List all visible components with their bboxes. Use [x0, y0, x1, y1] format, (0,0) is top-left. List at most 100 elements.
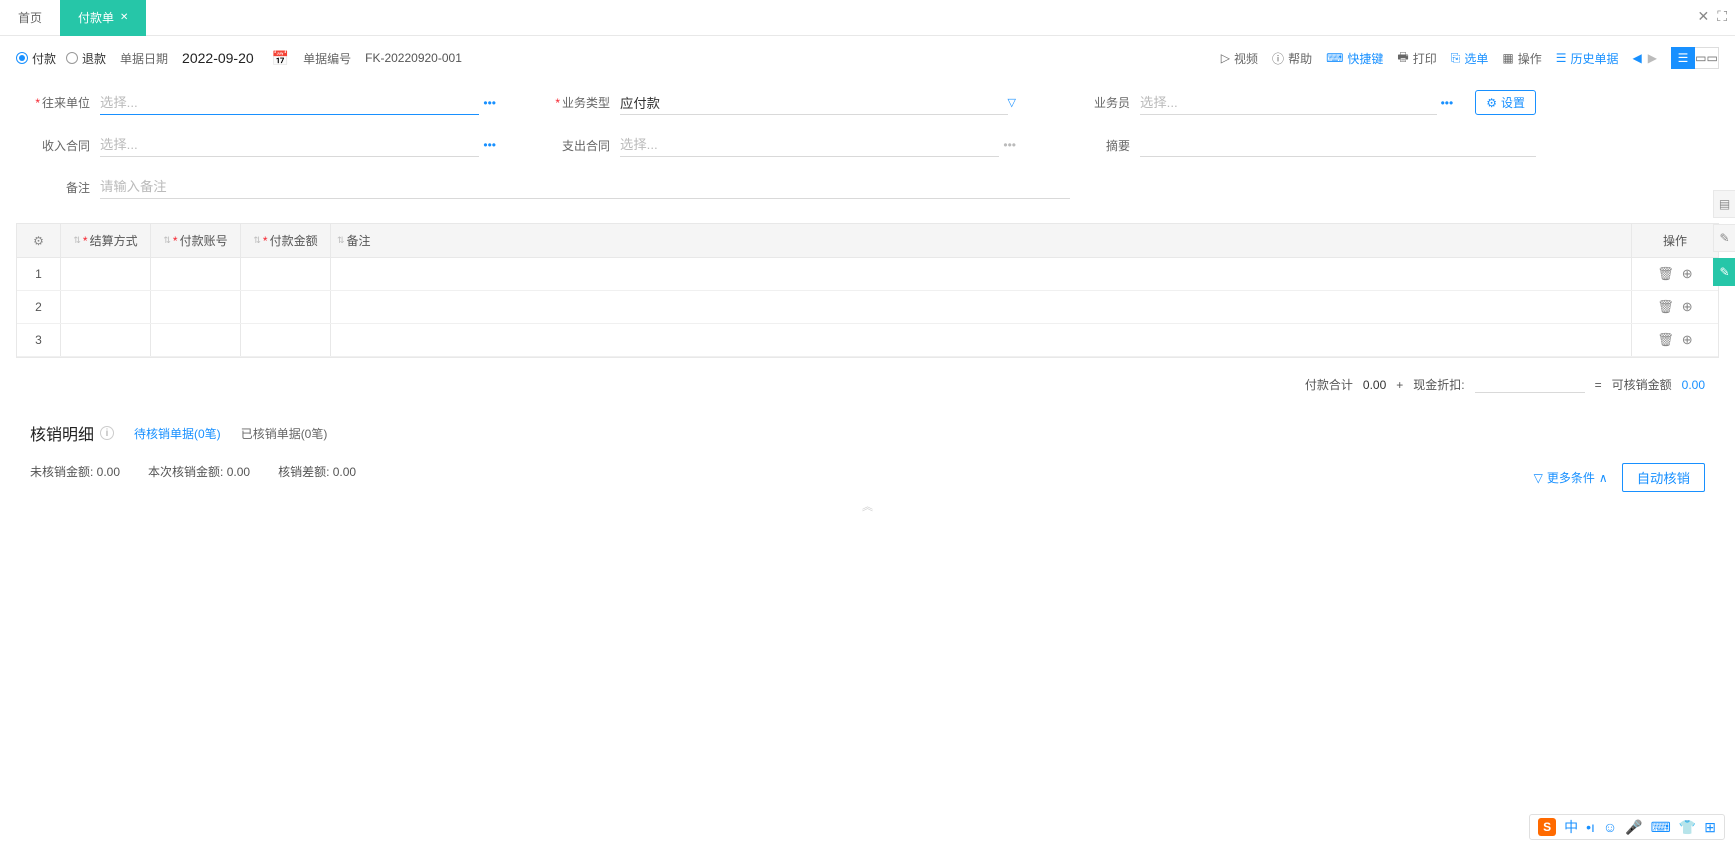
summary-input[interactable]	[1140, 133, 1536, 157]
income-contract-input[interactable]	[100, 133, 479, 157]
more-icon[interactable]: •••	[1003, 138, 1016, 152]
ime-lang[interactable]: 中	[1564, 817, 1578, 837]
cell-account[interactable]	[151, 258, 241, 290]
auto-writeoff-button[interactable]: 自动核销	[1622, 463, 1705, 492]
close-tab-icon[interactable]: ✕	[120, 12, 128, 23]
help-icon: ⓘ	[1272, 50, 1284, 67]
col-account-header: 付款账号	[180, 232, 228, 249]
sort-icon[interactable]: ⇅	[163, 235, 171, 246]
keyboard-icon: ⌨	[1326, 51, 1343, 65]
totals-row: 付款合计 0.00 + 现金折扣: = 可核销金额 0.00	[0, 358, 1735, 411]
next-icon[interactable]: ▶	[1648, 51, 1657, 65]
cell-remark[interactable]	[331, 291, 1632, 323]
cell-settle[interactable]	[61, 324, 151, 356]
tab-pending[interactable]: 待核销单据(0笔)	[134, 425, 221, 442]
cell-settle[interactable]	[61, 258, 151, 290]
gear-icon[interactable]: ⚙	[33, 234, 44, 248]
delete-row-icon[interactable]: 🗑	[1657, 299, 1674, 315]
action-button[interactable]: ▦操作	[1502, 50, 1541, 67]
tab-payment[interactable]: 付款单 ✕	[60, 0, 146, 36]
delete-row-icon[interactable]: 🗑	[1657, 332, 1674, 348]
calendar-icon[interactable]: 📅	[272, 50, 289, 67]
print-icon: 🖶	[1397, 48, 1408, 69]
more-icon[interactable]: •••	[483, 96, 496, 110]
salesman-input[interactable]	[1140, 91, 1437, 115]
ime-keyboard-icon[interactable]: ⌨	[1651, 819, 1671, 836]
video-button[interactable]: ▷视频	[1221, 50, 1258, 67]
cell-account[interactable]	[151, 324, 241, 356]
income-contract-label: 收入合同	[16, 137, 90, 154]
col-remark-header: 备注	[347, 232, 371, 249]
delete-row-icon[interactable]: 🗑	[1657, 266, 1674, 282]
settings-button[interactable]: ⚙设置	[1475, 90, 1536, 115]
ime-punct-icon[interactable]: •ı	[1586, 819, 1595, 835]
cell-account[interactable]	[151, 291, 241, 323]
sort-icon[interactable]: ⇅	[337, 235, 345, 246]
table-row[interactable]: 2🗑⊕	[17, 291, 1718, 324]
filter-icon: ▽	[1534, 471, 1543, 485]
collapse-icon[interactable]: ︽	[30, 498, 1705, 514]
help-button[interactable]: ⓘ帮助	[1272, 50, 1312, 67]
partner-input[interactable]	[100, 91, 479, 115]
add-row-icon[interactable]: ⊕	[1682, 266, 1693, 282]
form-area: *往来单位 ••• *业务类型 ▽ 业务员 ••• ⚙设置 收入合同	[0, 80, 1735, 223]
cell-remark[interactable]	[331, 258, 1632, 290]
radio-refund[interactable]: 退款	[66, 50, 106, 67]
chevron-down-icon[interactable]: ▽	[1008, 96, 1016, 109]
print-button[interactable]: 🖶打印	[1397, 48, 1436, 69]
view-card-button[interactable]: ▭▭	[1695, 47, 1719, 69]
tab-home[interactable]: 首页	[0, 0, 60, 36]
sort-icon[interactable]: ⇅	[253, 235, 261, 246]
cell-amount[interactable]	[241, 291, 331, 323]
expense-contract-input[interactable]	[620, 133, 999, 157]
ime-skin-icon[interactable]: 👕	[1679, 819, 1696, 836]
more-icon[interactable]: •••	[483, 138, 496, 152]
side-tool-3[interactable]: ✎	[1713, 258, 1735, 286]
history-button[interactable]: ☰历史单据	[1556, 50, 1619, 67]
writeoff-amt-label: 可核销金额	[1612, 376, 1672, 393]
radio-payment[interactable]: 付款	[16, 50, 56, 67]
view-list-button[interactable]: ☰	[1671, 47, 1695, 69]
cell-amount[interactable]	[241, 324, 331, 356]
select-button[interactable]: ⎘选单	[1451, 50, 1489, 67]
col-settle-header: 结算方式	[90, 232, 138, 249]
ime-emoji-icon[interactable]: ☺	[1603, 819, 1617, 835]
grid-icon: ▦	[1502, 51, 1513, 65]
discount-input[interactable]	[1475, 377, 1585, 393]
side-tool-1[interactable]: ▤	[1713, 190, 1735, 218]
remark-input[interactable]	[100, 175, 1070, 199]
sogou-logo-icon[interactable]: S	[1538, 818, 1556, 836]
writeoff-amt-value: 0.00	[1682, 378, 1705, 392]
cell-settle[interactable]	[61, 291, 151, 323]
close-icon[interactable]: ✕	[1697, 8, 1709, 25]
more-icon[interactable]: •••	[1441, 96, 1454, 110]
gear-icon: ⚙	[1486, 96, 1497, 110]
table-row[interactable]: 1🗑⊕	[17, 258, 1718, 291]
date-label: 单据日期	[120, 50, 168, 67]
cell-remark[interactable]	[331, 324, 1632, 356]
ime-mic-icon[interactable]: 🎤	[1625, 819, 1642, 836]
remark-label: 备注	[16, 179, 90, 196]
salesman-label: 业务员	[1056, 94, 1130, 111]
detail-table: ⚙ ⇅*结算方式 ⇅*付款账号 ⇅*付款金额 ⇅备注 操作 1🗑⊕2🗑⊕3🗑⊕	[16, 223, 1719, 358]
biztype-select[interactable]	[620, 91, 1008, 115]
tab-done[interactable]: 已核销单据(0笔)	[241, 425, 328, 442]
fullscreen-icon[interactable]: ⛶	[1717, 8, 1727, 25]
partner-label: 往来单位	[42, 96, 90, 110]
prev-icon[interactable]: ◀	[1633, 51, 1642, 65]
add-row-icon[interactable]: ⊕	[1682, 332, 1693, 348]
sort-icon[interactable]: ⇅	[73, 235, 81, 246]
add-row-icon[interactable]: ⊕	[1682, 299, 1693, 315]
table-row[interactable]: 3🗑⊕	[17, 324, 1718, 357]
info-icon[interactable]: i	[100, 426, 114, 440]
cell-amount[interactable]	[241, 258, 331, 290]
num-label: 单据编号	[303, 50, 351, 67]
discount-label: 现金折扣:	[1413, 376, 1464, 393]
more-conditions-button[interactable]: ▽更多条件∧	[1534, 469, 1608, 486]
summary-label: 摘要	[1056, 137, 1130, 154]
ime-toolbox-icon[interactable]: ⊞	[1704, 819, 1716, 836]
side-toolbar: ▤ ✎ ✎	[1713, 190, 1735, 286]
side-tool-2[interactable]: ✎	[1713, 224, 1735, 252]
history-icon: ☰	[1556, 51, 1567, 65]
shortcut-button[interactable]: ⌨快捷键	[1326, 50, 1383, 67]
